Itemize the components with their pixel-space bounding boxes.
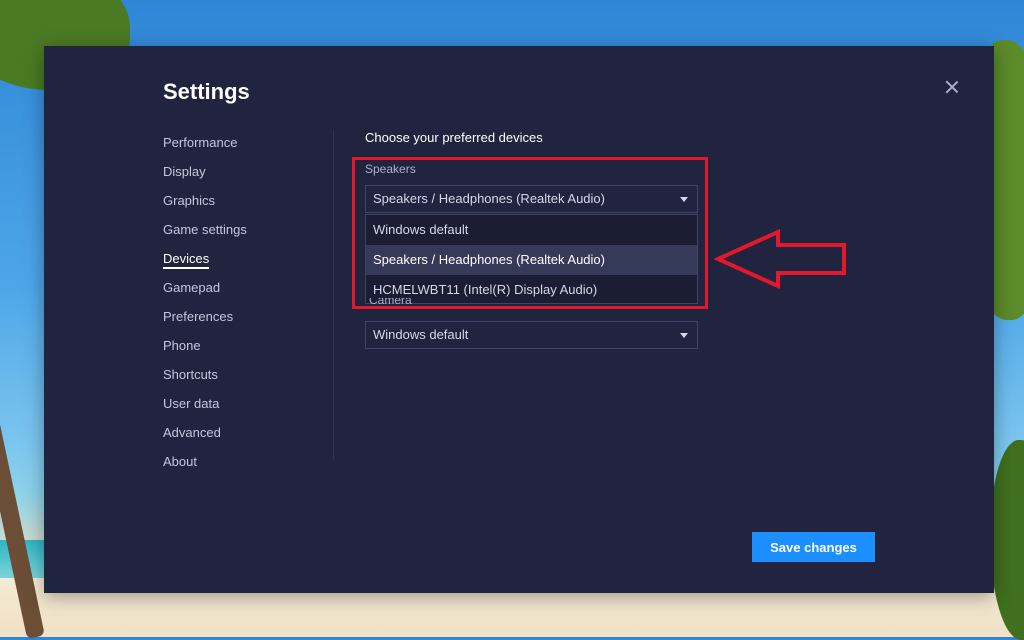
sidebar-item-label: Devices (163, 251, 210, 269)
sidebar-item-graphics[interactable]: Graphics (163, 190, 333, 219)
chevron-down-icon (680, 197, 688, 202)
sidebar-item-label: Phone (163, 338, 201, 353)
save-changes-button[interactable]: Save changes (752, 532, 875, 562)
sidebar-item-shortcuts[interactable]: Shortcuts (163, 364, 333, 393)
sidebar-item-label: Shortcuts (163, 367, 218, 382)
sidebar-item-label: About (163, 454, 197, 469)
settings-dialog: Settings Performance Display Graphics Ga… (44, 46, 994, 593)
speakers-option-intel-display-audio[interactable]: HCMELWBT11 (Intel(R) Display Audio) (366, 275, 697, 305)
speakers-label: Speakers (365, 162, 416, 176)
speakers-selected-value: Speakers / Headphones (Realtek Audio) (373, 191, 605, 206)
close-icon[interactable] (943, 78, 961, 96)
sidebar-item-label: Performance (163, 135, 238, 150)
page-title: Settings (163, 79, 250, 104)
speakers-dropdown-list: Windows default Speakers / Headphones (R… (365, 214, 698, 304)
sidebar-item-user-data[interactable]: User data (163, 393, 333, 422)
sidebar-item-preferences[interactable]: Preferences (163, 306, 333, 335)
camera-label: Camera (369, 298, 412, 306)
camera-selected-value: Windows default (373, 327, 469, 342)
sidebar-item-display[interactable]: Display (163, 161, 333, 190)
sidebar-item-label: Display (163, 164, 206, 179)
speakers-select[interactable]: Speakers / Headphones (Realtek Audio) (365, 185, 698, 213)
section-heading: Choose your preferred devices (365, 130, 543, 145)
sidebar-item-label: Preferences (163, 309, 234, 324)
sidebar-divider (333, 130, 334, 460)
speakers-option-realtek[interactable]: Speakers / Headphones (Realtek Audio) (366, 245, 697, 275)
sidebar-item-label: User data (163, 396, 220, 411)
sidebar-item-advanced[interactable]: Advanced (163, 422, 333, 451)
sidebar-item-label: Graphics (163, 193, 216, 208)
sidebar-item-performance[interactable]: Performance (163, 132, 333, 161)
speakers-option-windows-default[interactable]: Windows default (366, 215, 697, 245)
settings-sidebar: Performance Display Graphics Game settin… (163, 132, 333, 480)
sidebar-item-phone[interactable]: Phone (163, 335, 333, 364)
sidebar-item-label: Advanced (163, 425, 221, 440)
sidebar-item-about[interactable]: About (163, 451, 333, 480)
sidebar-item-game-settings[interactable]: Game settings (163, 219, 333, 248)
arrow-left-icon (714, 228, 846, 290)
sidebar-item-label: Game settings (163, 222, 247, 237)
chevron-down-icon (680, 333, 688, 338)
sidebar-item-gamepad[interactable]: Gamepad (163, 277, 333, 306)
sidebar-item-devices[interactable]: Devices (163, 248, 333, 277)
sidebar-item-label: Gamepad (163, 280, 221, 295)
camera-select[interactable]: Windows default (365, 321, 698, 349)
